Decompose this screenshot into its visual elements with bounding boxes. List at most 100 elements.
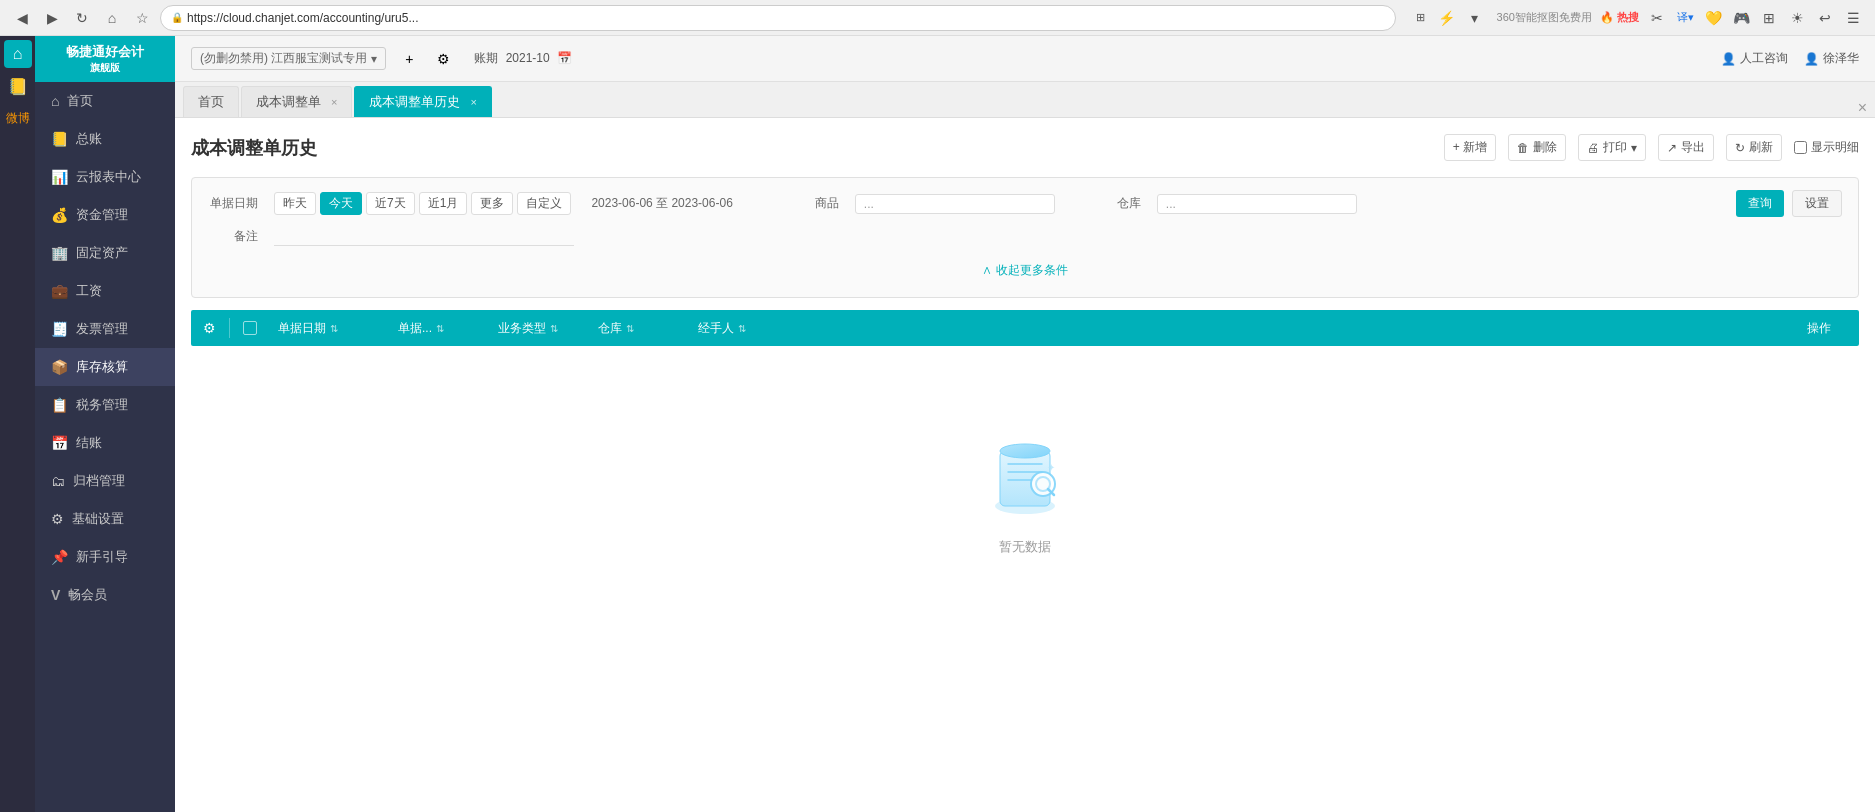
date-btn-today[interactable]: 今天: [320, 192, 362, 215]
date-btn-yesterday[interactable]: 昨天: [274, 192, 316, 215]
refresh-btn[interactable]: ↻ 刷新: [1726, 134, 1782, 161]
new-btn[interactable]: + 新增: [1444, 134, 1496, 161]
warehouse-filter-label: 仓库: [1091, 195, 1141, 212]
tab-cost-history[interactable]: 成本调整单历史 ×: [354, 86, 491, 117]
remark-filter-label: 备注: [208, 228, 258, 245]
home-icon: ⌂: [51, 93, 59, 109]
th-warehouse[interactable]: 仓库 ⇅: [588, 320, 688, 337]
th-date-sort[interactable]: ⇅: [330, 323, 338, 334]
query-btn[interactable]: 查询: [1736, 190, 1784, 217]
sidebar-item-funds[interactable]: 💰 资金管理: [35, 196, 175, 234]
guide-icon: 📌: [51, 549, 68, 565]
settings-company-btn[interactable]: ⚙: [432, 48, 454, 70]
translate-btn[interactable]: 译▾: [1673, 6, 1697, 30]
filter-area: 单据日期 昨天 今天 近7天 近1月 更多 自定义 2023-06-06 至 2…: [191, 177, 1859, 298]
sidebar-item-ledger[interactable]: 📒 总账: [35, 120, 175, 158]
consultation-btn[interactable]: 👤 人工咨询: [1721, 50, 1788, 67]
warehouse-selector[interactable]: ...: [1157, 194, 1357, 214]
th-biz-sort[interactable]: ⇅: [550, 323, 558, 334]
top-bar: (勿删勿禁用) 江西服宝测试专用 ▾ + ⚙ 账期 2021-10 📅 👤 人工…: [175, 36, 1875, 82]
grid-btn[interactable]: ⊞: [1757, 6, 1781, 30]
wallet-btn[interactable]: 💛: [1701, 6, 1725, 30]
sidebar-item-archive[interactable]: 🗂 归档管理: [35, 462, 175, 500]
tab-cost-adjust[interactable]: 成本调整单 ×: [241, 86, 352, 117]
remark-input[interactable]: [274, 227, 574, 246]
delete-btn[interactable]: 🗑 删除: [1508, 134, 1566, 161]
collapse-icon: ∧: [982, 263, 995, 277]
tab-cost-adjust-close[interactable]: ×: [331, 96, 337, 108]
sidebar-item-inventory[interactable]: 📦 库存核算: [35, 348, 175, 386]
star-button[interactable]: ☆: [130, 6, 154, 30]
content-area: 成本调整单历史 + 新增 🗑 删除 🖨 打印 ▾ ↗: [175, 118, 1875, 812]
menu-btn[interactable]: ☰: [1841, 6, 1865, 30]
collapse-bar[interactable]: ∧ 收起更多条件: [208, 256, 1842, 285]
extensions-btn[interactable]: ⊞: [1410, 6, 1431, 30]
sidebar-item-vip[interactable]: V 畅会员: [35, 576, 175, 614]
home-button[interactable]: ⌂: [100, 6, 124, 30]
refresh-label: 刷新: [1749, 139, 1773, 156]
gear-icon[interactable]: ⚙: [203, 320, 216, 336]
divider-1: [229, 318, 230, 338]
refresh-button[interactable]: ↻: [70, 6, 94, 30]
th-date-label: 单据日期: [278, 320, 326, 337]
th-no[interactable]: 单据... ⇅: [388, 320, 488, 337]
date-btn-custom[interactable]: 自定义: [517, 192, 571, 215]
tab-cost-history-close[interactable]: ×: [470, 96, 476, 108]
th-warehouse-sort[interactable]: ⇅: [626, 323, 634, 334]
undo-btn[interactable]: ↩: [1813, 6, 1837, 30]
strip-ledger[interactable]: 📒: [4, 72, 32, 100]
sun-btn[interactable]: ☀: [1785, 6, 1809, 30]
sidebar-label-tax: 税务管理: [76, 396, 128, 414]
reports-icon: 📊: [51, 169, 68, 185]
th-gear[interactable]: ⚙: [191, 320, 227, 336]
dropdown-btn[interactable]: ▾: [1463, 6, 1487, 30]
table-header: ⚙ 单据日期 ⇅ 单据... ⇅ 业务类型: [191, 310, 1859, 346]
forward-button[interactable]: ▶: [40, 6, 64, 30]
sidebar-item-settings[interactable]: ⚙ 基础设置: [35, 500, 175, 538]
header-checkbox[interactable]: [243, 321, 257, 335]
date-btn-more[interactable]: 更多: [471, 192, 513, 215]
company-selector[interactable]: (勿删勿禁用) 江西服宝测试专用 ▾: [191, 47, 386, 70]
sidebar-item-reports[interactable]: 📊 云报表中心: [35, 158, 175, 196]
th-handler[interactable]: 经手人 ⇅: [688, 320, 808, 337]
vip-icon: V: [51, 587, 60, 603]
strip-home[interactable]: ⌂: [4, 40, 32, 68]
sidebar-item-invoice[interactable]: 🧾 发票管理: [35, 310, 175, 348]
show-columns-checkbox[interactable]: [1794, 141, 1807, 154]
game-btn[interactable]: 🎮: [1729, 6, 1753, 30]
tab-home[interactable]: 首页: [183, 86, 239, 117]
strip-wb[interactable]: 微博: [4, 104, 32, 132]
inventory-icon: 📦: [51, 359, 68, 375]
sidebar-item-home[interactable]: ⌂ 首页: [35, 82, 175, 120]
sidebar-item-guide[interactable]: 📌 新手引导: [35, 538, 175, 576]
sidebar-item-payroll[interactable]: 💼 工资: [35, 272, 175, 310]
sidebar-label-archive: 归档管理: [73, 472, 125, 490]
export-btn[interactable]: ↗ 导出: [1658, 134, 1714, 161]
back-button[interactable]: ◀: [10, 6, 34, 30]
show-columns-toggle[interactable]: 显示明细: [1794, 139, 1859, 156]
print-btn[interactable]: 🖨 打印 ▾: [1578, 134, 1646, 161]
th-biz-type[interactable]: 业务类型 ⇅: [488, 320, 588, 337]
th-checkbox[interactable]: [232, 321, 268, 335]
add-company-btn[interactable]: +: [398, 48, 420, 70]
print-dropdown-icon: ▾: [1631, 141, 1637, 155]
date-btn-1month[interactable]: 近1月: [419, 192, 468, 215]
sidebar-item-fixed-assets[interactable]: 🏢 固定资产: [35, 234, 175, 272]
bolt-btn[interactable]: ⚡: [1435, 6, 1459, 30]
th-date[interactable]: 单据日期 ⇅: [268, 320, 388, 337]
scissors-btn[interactable]: ✂: [1645, 6, 1669, 30]
sidebar-item-tax[interactable]: 📋 税务管理: [35, 386, 175, 424]
calendar-icon[interactable]: 📅: [557, 51, 572, 65]
goods-selector[interactable]: ...: [855, 194, 1055, 214]
setting-btn[interactable]: 设置: [1792, 190, 1842, 217]
funds-icon: 💰: [51, 207, 68, 223]
th-no-sort[interactable]: ⇅: [436, 323, 444, 334]
archive-icon: 🗂: [51, 473, 65, 489]
th-handler-sort[interactable]: ⇅: [738, 323, 746, 334]
date-btn-7days[interactable]: 近7天: [366, 192, 415, 215]
close-all-tabs-btn[interactable]: ×: [1858, 99, 1867, 117]
user-profile-btn[interactable]: 👤 徐泽华: [1804, 50, 1859, 67]
sidebar-item-closing[interactable]: 📅 结账: [35, 424, 175, 462]
address-bar[interactable]: 🔒 https://cloud.chanjet.com/accounting/u…: [160, 5, 1396, 31]
sidebar-label-payroll: 工资: [76, 282, 102, 300]
